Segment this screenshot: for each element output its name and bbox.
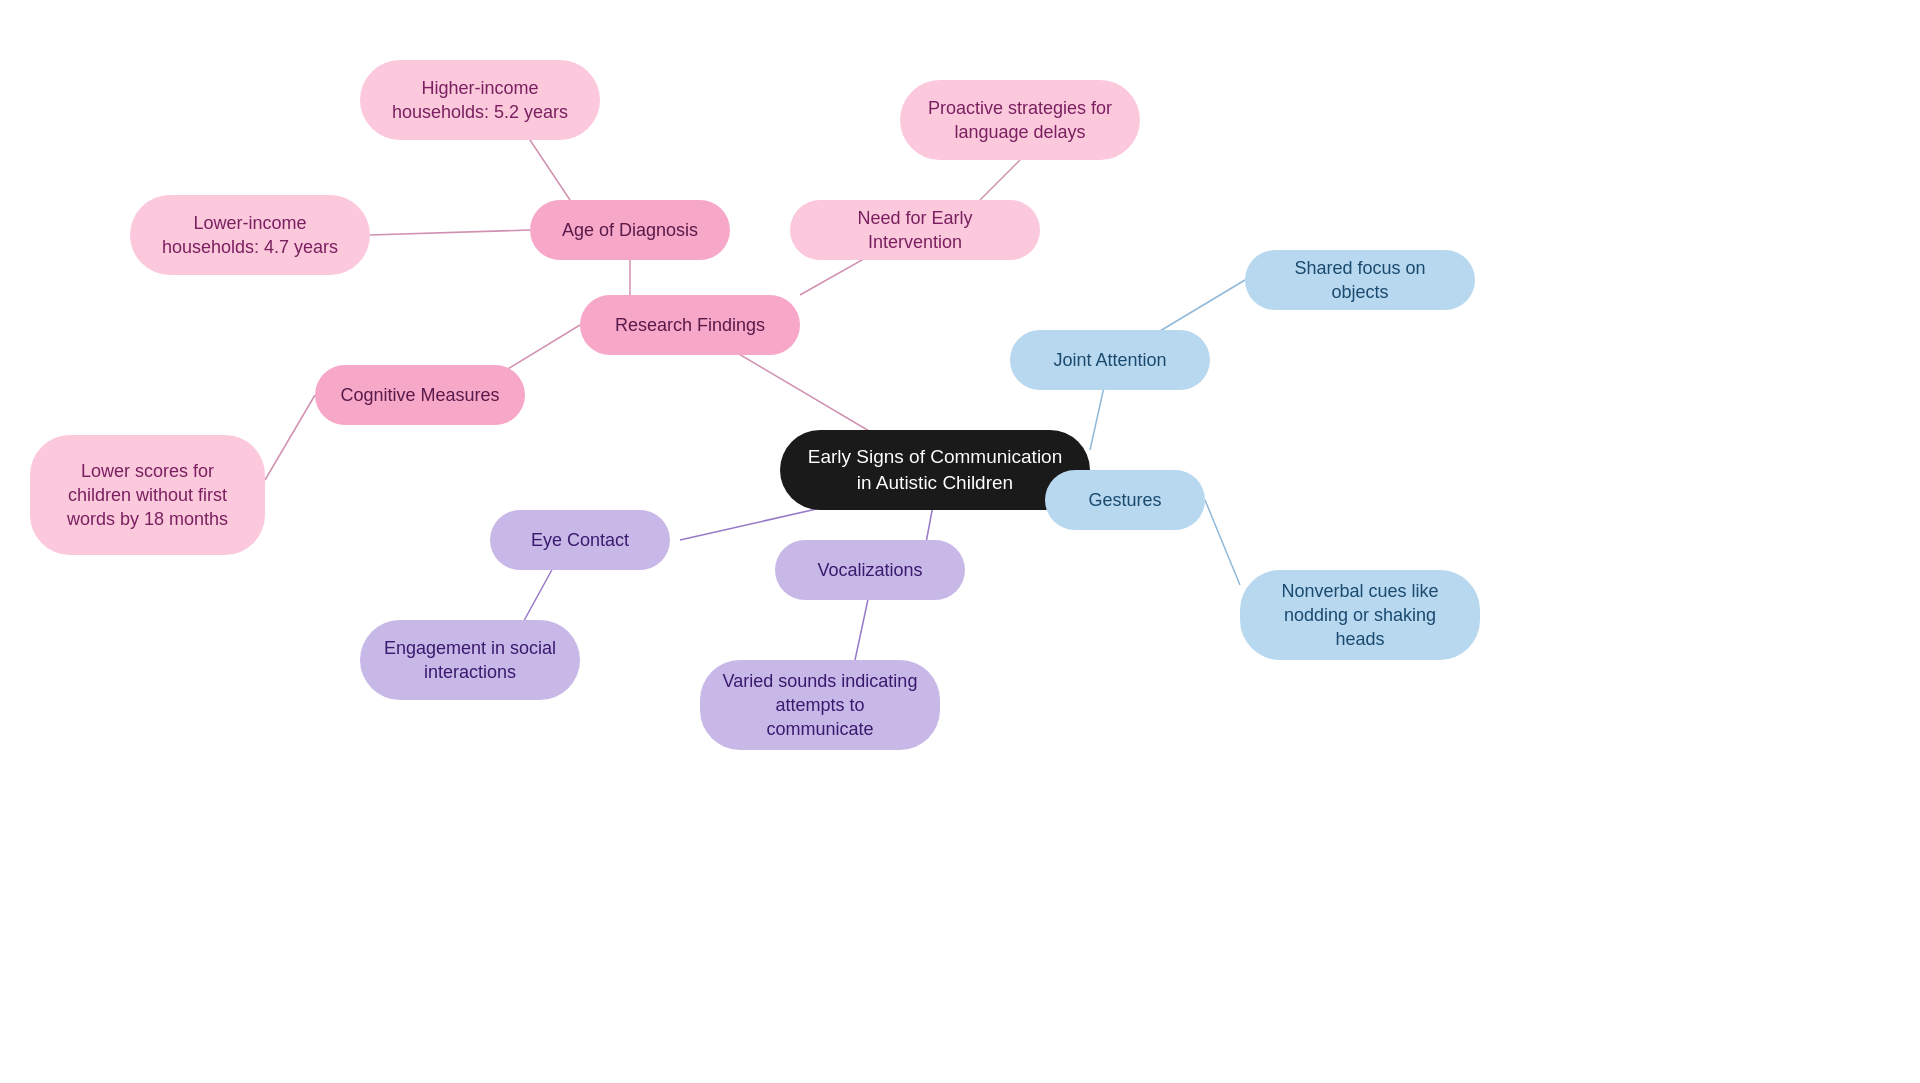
social-interactions-node: Engagement in social interactions <box>360 620 580 700</box>
higher-income-node: Higher-income households: 5.2 years <box>360 60 600 140</box>
proactive-strategies-node: Proactive strategies for language delays <box>900 80 1140 160</box>
lower-scores-node: Lower scores for children without first … <box>30 435 265 555</box>
research-findings-node: Research Findings <box>580 295 800 355</box>
svg-line-15 <box>855 590 870 660</box>
cognitive-measures-node: Cognitive Measures <box>315 365 525 425</box>
gestures-node: Gestures <box>1045 470 1205 530</box>
svg-line-11 <box>1205 500 1240 585</box>
svg-line-2 <box>530 140 570 200</box>
nonverbal-cues-node: Nonverbal cues like nodding or shaking h… <box>1240 570 1480 660</box>
lower-income-node: Lower-income households: 4.7 years <box>130 195 370 275</box>
svg-line-7 <box>265 395 315 480</box>
age-of-diagnosis-node: Age of Diagnosis <box>530 200 730 260</box>
need-early-intervention-node: Need for Early Intervention <box>790 200 1040 260</box>
center-node: Early Signs of Communication in Autistic… <box>780 430 1090 510</box>
joint-attention-node: Joint Attention <box>1010 330 1210 390</box>
svg-line-3 <box>370 230 530 235</box>
svg-line-5 <box>980 160 1020 200</box>
varied-sounds-node: Varied sounds indicating attempts to com… <box>700 660 940 750</box>
vocalizations-node: Vocalizations <box>775 540 965 600</box>
shared-focus-node: Shared focus on objects <box>1245 250 1475 310</box>
eye-contact-node: Eye Contact <box>490 510 670 570</box>
